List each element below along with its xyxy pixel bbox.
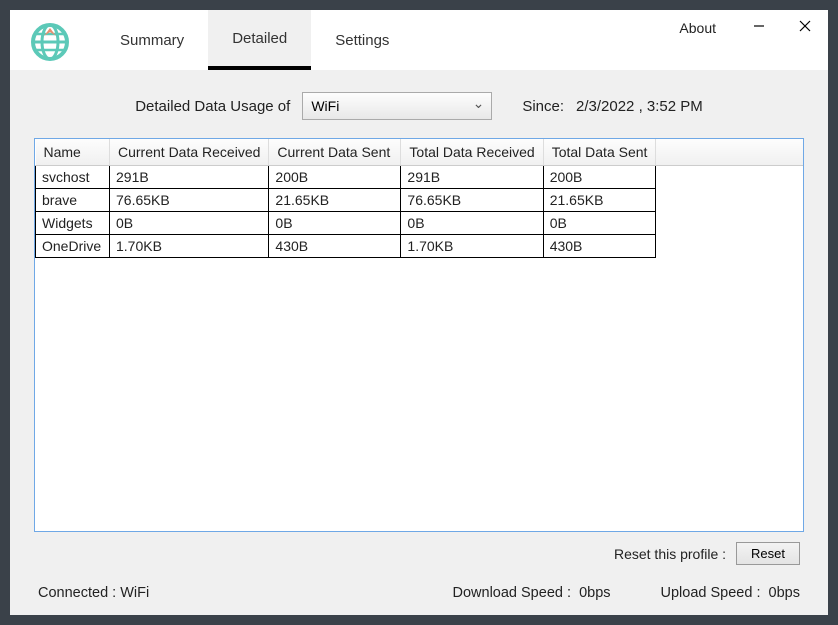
about-link[interactable]: About — [679, 10, 736, 36]
cell-tot_recv: 1.70KB — [401, 235, 543, 258]
col-name[interactable]: Name — [36, 139, 110, 166]
cell-tot_recv: 291B — [401, 166, 543, 189]
app-window: Summary Detailed Settings About Detailed… — [10, 10, 828, 615]
tab-detailed[interactable]: Detailed — [208, 10, 311, 70]
cell-spacer — [656, 166, 803, 189]
col-tot-sent[interactable]: Total Data Sent — [543, 139, 656, 166]
download-speed: Download Speed : 0bps — [453, 585, 611, 601]
cell-name: brave — [36, 189, 110, 212]
network-select[interactable]: WiFi — [302, 92, 492, 120]
since-value: 2/3/2022 , 3:52 PM — [576, 98, 703, 115]
cell-cur_recv: 76.65KB — [110, 189, 269, 212]
tab-settings[interactable]: Settings — [311, 10, 413, 70]
connection-status: Connected : WiFi — [38, 585, 149, 601]
titlebar: Summary Detailed Settings About — [10, 10, 828, 70]
cell-cur_recv: 0B — [110, 212, 269, 235]
col-tot-recv[interactable]: Total Data Received — [401, 139, 543, 166]
filter-row: Detailed Data Usage of WiFi Since: 2/3/2… — [34, 84, 804, 138]
tab-summary[interactable]: Summary — [96, 10, 208, 70]
tab-bar: Summary Detailed Settings — [96, 10, 413, 70]
cell-spacer — [656, 235, 803, 258]
cell-cur_sent: 21.65KB — [269, 189, 401, 212]
table-header-row: Name Current Data Received Current Data … — [36, 139, 803, 166]
since-label: Since: — [522, 98, 564, 115]
table-row[interactable]: svchost291B200B291B200B — [36, 166, 803, 189]
speed-readout: Download Speed : 0bps Upload Speed : 0bp… — [453, 585, 801, 601]
cell-name: svchost — [36, 166, 110, 189]
cell-tot_sent: 200B — [543, 166, 656, 189]
close-button[interactable] — [782, 10, 828, 42]
window-controls: About — [679, 10, 828, 42]
cell-cur_recv: 1.70KB — [110, 235, 269, 258]
cell-name: OneDrive — [36, 235, 110, 258]
table-row[interactable]: OneDrive1.70KB430B1.70KB430B — [36, 235, 803, 258]
table-row[interactable]: Widgets0B0B0B0B — [36, 212, 803, 235]
cell-tot_recv: 76.65KB — [401, 189, 543, 212]
content-area: Detailed Data Usage of WiFi Since: 2/3/2… — [10, 70, 828, 575]
cell-tot_sent: 21.65KB — [543, 189, 656, 212]
col-cur-recv[interactable]: Current Data Received — [110, 139, 269, 166]
cell-tot_sent: 430B — [543, 235, 656, 258]
minimize-button[interactable] — [736, 10, 782, 42]
cell-cur_sent: 0B — [269, 212, 401, 235]
data-table: Name Current Data Received Current Data … — [35, 139, 803, 258]
cell-tot_recv: 0B — [401, 212, 543, 235]
status-bar: Connected : WiFi Download Speed : 0bps U… — [10, 575, 828, 615]
col-spacer — [656, 139, 803, 166]
data-table-container: Name Current Data Received Current Data … — [34, 138, 804, 532]
reset-label: Reset this profile : — [614, 546, 726, 562]
cell-cur_sent: 200B — [269, 166, 401, 189]
usage-of-label: Detailed Data Usage of — [135, 98, 290, 115]
col-cur-sent[interactable]: Current Data Sent — [269, 139, 401, 166]
reset-row: Reset this profile : Reset — [34, 532, 804, 565]
cell-spacer — [656, 189, 803, 212]
upload-speed: Upload Speed : 0bps — [661, 585, 800, 601]
cell-tot_sent: 0B — [543, 212, 656, 235]
cell-cur_recv: 291B — [110, 166, 269, 189]
cell-spacer — [656, 212, 803, 235]
app-logo-icon — [30, 22, 70, 62]
reset-button[interactable]: Reset — [736, 542, 800, 565]
cell-name: Widgets — [36, 212, 110, 235]
table-row[interactable]: brave76.65KB21.65KB76.65KB21.65KB — [36, 189, 803, 212]
cell-cur_sent: 430B — [269, 235, 401, 258]
